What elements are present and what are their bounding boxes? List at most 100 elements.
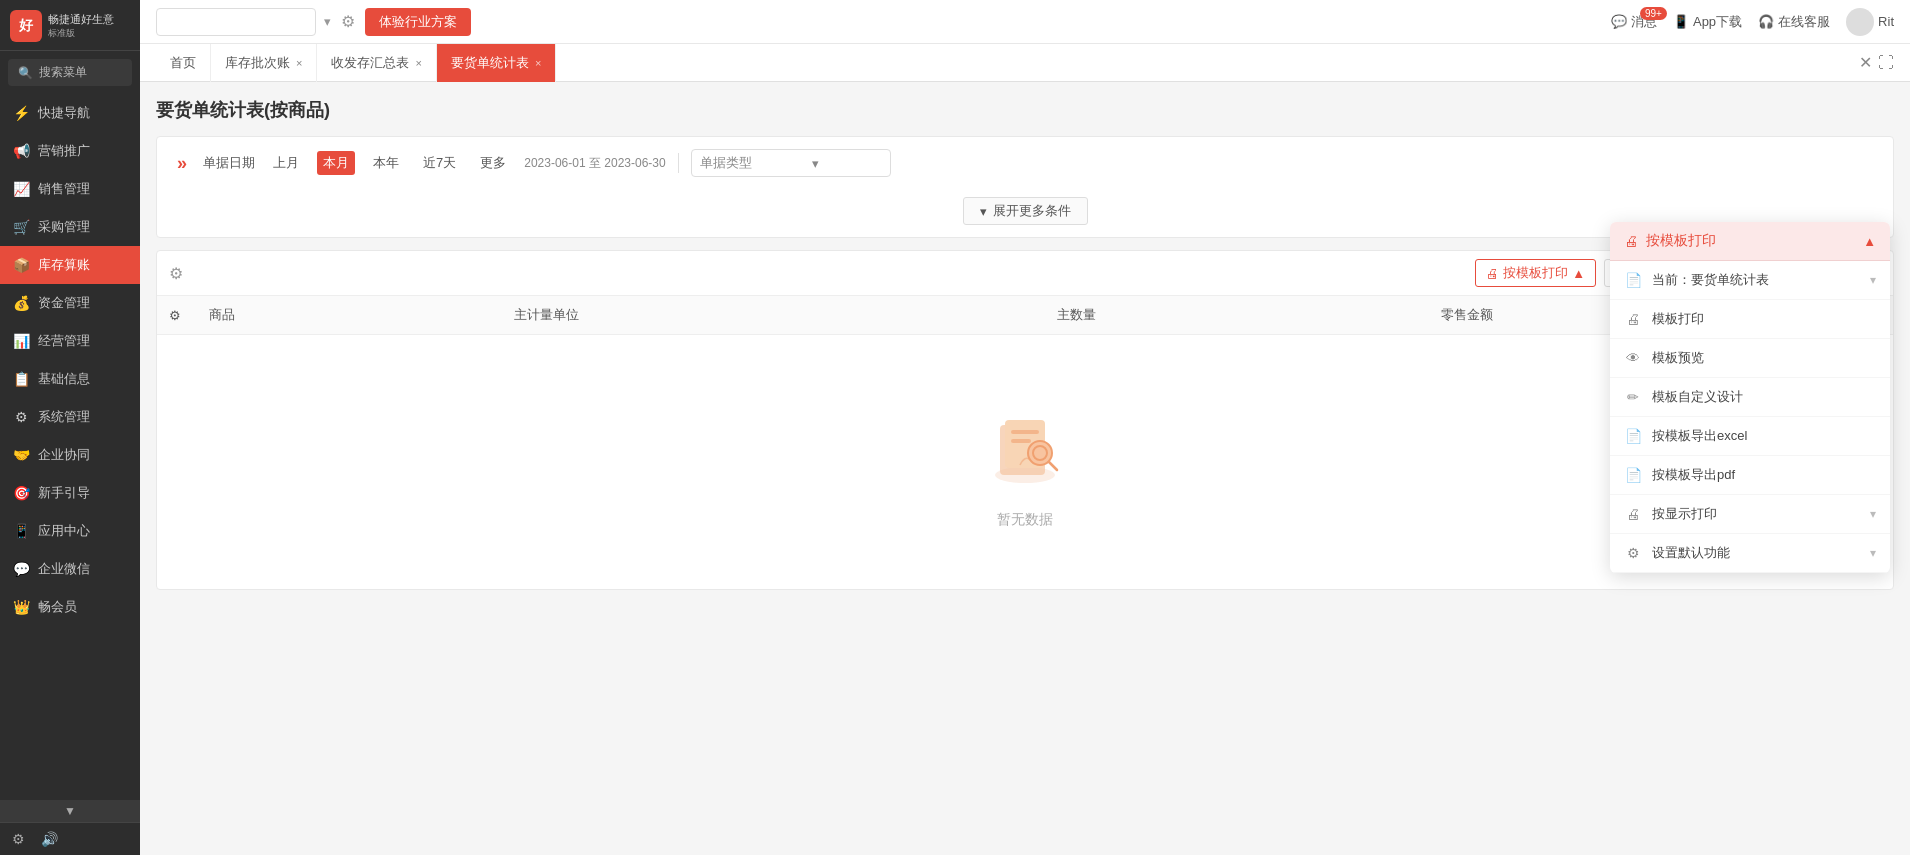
date-btn-this-year[interactable]: 本年 — [367, 151, 405, 175]
sidebar-item-basic-info[interactable]: 📋 基础信息 — [0, 360, 140, 398]
dropdown-header-label: 按模板打印 — [1646, 232, 1716, 250]
system-icon: ⚙ — [12, 409, 30, 425]
col-product: 商品 — [197, 296, 502, 335]
dropdown-template-print[interactable]: 🖨 模板打印 — [1610, 300, 1890, 339]
dropdown-display-print[interactable]: 🖨 按显示打印 ▾ — [1610, 495, 1890, 534]
doc-type-chevron-icon: ▾ — [812, 156, 819, 171]
sidebar-item-label: 系统管理 — [38, 408, 90, 426]
date-btn-7days[interactable]: 近7天 — [417, 151, 462, 175]
sidebar-scroll-down-button[interactable]: ▼ — [0, 800, 140, 822]
dropdown-template-preview[interactable]: 👁 模板预览 — [1610, 339, 1890, 378]
dropdown-chevron-icon[interactable]: ▲ — [1863, 234, 1876, 249]
settings-footer-icon[interactable]: ⚙ — [12, 831, 25, 847]
sidebar-item-purchase[interactable]: 🛒 采购管理 — [0, 208, 140, 246]
topbar-left: ▾ ⚙ 体验行业方案 — [156, 8, 471, 36]
message-item[interactable]: 💬 消息 99+ — [1611, 13, 1657, 31]
user-avatar-item[interactable]: Rit — [1846, 8, 1894, 36]
tab-resize-btn[interactable]: ⛶ — [1878, 54, 1894, 72]
table-gear-btn[interactable]: ⚙ — [169, 264, 183, 283]
expand-more-btn[interactable]: ▾ 展开更多条件 — [963, 197, 1088, 225]
filter-row-1: » 单据日期 上月 本月 本年 近7天 更多 2023-06-01 至 2023… — [173, 149, 1877, 177]
marketing-icon: 📢 — [12, 143, 30, 159]
page-content: 要货单统计表(按商品) » 单据日期 上月 本月 本年 近7天 更多 2023-… — [140, 82, 1910, 855]
col-unit: 主计量单位 — [502, 296, 1045, 335]
col-settings[interactable]: ⚙ — [157, 296, 197, 335]
tab-home-label: 首页 — [170, 54, 196, 72]
dropdown-default-func[interactable]: ⚙ 设置默认功能 ▾ — [1610, 534, 1890, 573]
topbar-right: 💬 消息 99+ 📱 App下载 🎧 在线客服 Rit — [1611, 8, 1894, 36]
date-filter-label: 单据日期 — [203, 154, 255, 172]
template-design-icon: ✏ — [1624, 389, 1642, 405]
tab-receivable-summary[interactable]: 收发存汇总表 × — [317, 44, 436, 82]
dropdown-header-left: 🖨 按模板打印 — [1624, 232, 1716, 250]
sound-footer-icon[interactable]: 🔊 — [41, 831, 58, 847]
search-menu-button[interactable]: 🔍 搜索菜单 — [8, 59, 132, 86]
doc-type-select[interactable]: 单据类型 ▾ — [691, 149, 891, 177]
tab-receivable-summary-close[interactable]: × — [415, 57, 421, 69]
tab-inventory-batch[interactable]: 库存批次账 × — [211, 44, 317, 82]
sidebar-item-label: 企业协同 — [38, 446, 90, 464]
search-icon: 🔍 — [18, 66, 33, 80]
tab-close-btn[interactable]: ✕ — [1859, 53, 1872, 72]
filter-toggle-btn[interactable]: » — [173, 153, 191, 174]
sidebar-item-marketing[interactable]: 📢 营销推广 — [0, 132, 140, 170]
sidebar-item-inventory[interactable]: 📦 库存算账 — [0, 246, 140, 284]
dropdown-default-func-label: 设置默认功能 — [1652, 544, 1730, 562]
tab-home[interactable]: 首页 — [156, 44, 211, 82]
app-download-item[interactable]: 📱 App下载 — [1673, 13, 1742, 31]
online-service-item[interactable]: 🎧 在线客服 — [1758, 13, 1830, 31]
app-download-icon: 📱 — [1673, 14, 1689, 29]
trial-btn[interactable]: 体验行业方案 — [365, 8, 471, 36]
sidebar-item-wechat[interactable]: 💬 企业微信 — [0, 550, 140, 588]
sidebar-item-label: 采购管理 — [38, 218, 90, 236]
svg-rect-4 — [1011, 439, 1031, 443]
cooperation-icon: 🤝 — [12, 447, 30, 463]
date-btn-this-month[interactable]: 本月 — [317, 151, 355, 175]
topbar-gear-icon[interactable]: ⚙ — [341, 12, 355, 31]
dropdown-template-excel[interactable]: 📄 按模板导出excel — [1610, 417, 1890, 456]
printer-icon: 🖨 — [1486, 266, 1499, 281]
headset-icon: 🎧 — [1758, 14, 1774, 29]
sidebar-item-label: 资金管理 — [38, 294, 90, 312]
template-pdf-icon: 📄 — [1624, 467, 1642, 483]
sidebar-item-sales[interactable]: 📈 销售管理 — [0, 170, 140, 208]
sidebar-item-system[interactable]: ⚙ 系统管理 — [0, 398, 140, 436]
default-func-arrow-icon: ▾ — [1870, 546, 1876, 560]
sidebar-item-quick-nav[interactable]: ⚡ 快捷导航 — [0, 94, 140, 132]
dropdown-header: 🖨 按模板打印 ▲ — [1610, 222, 1890, 261]
member-icon: 👑 — [12, 599, 30, 615]
app-version: 标准版 — [48, 27, 114, 40]
logo-icon: 好 — [10, 10, 42, 42]
tab-order-stats[interactable]: 要货单统计表 × — [437, 44, 556, 82]
tab-order-stats-label: 要货单统计表 — [451, 54, 529, 72]
sidebar-item-guide[interactable]: 🎯 新手引导 — [0, 474, 140, 512]
sidebar-item-finance[interactable]: 💰 资金管理 — [0, 284, 140, 322]
dropdown-current-item[interactable]: 📄 当前：要货单统计表 ▾ — [1610, 261, 1890, 300]
sidebar-item-label: 基础信息 — [38, 370, 90, 388]
guide-icon: 🎯 — [12, 485, 30, 501]
svg-rect-3 — [1011, 430, 1039, 434]
sidebar-item-operations[interactable]: 📊 经营管理 — [0, 322, 140, 360]
date-btn-more[interactable]: 更多 — [474, 151, 512, 175]
dropdown-template-pdf[interactable]: 📄 按模板导出pdf — [1610, 456, 1890, 495]
topbar-search-input[interactable] — [156, 8, 316, 36]
print-btn[interactable]: 🖨 按模板打印 ▲ — [1475, 259, 1596, 287]
date-btn-last-month[interactable]: 上月 — [267, 151, 305, 175]
sidebar-item-member[interactable]: 👑 畅会员 — [0, 588, 140, 626]
sidebar-item-app-center[interactable]: 📱 应用中心 — [0, 512, 140, 550]
sidebar-item-label: 应用中心 — [38, 522, 90, 540]
sidebar-item-label: 销售管理 — [38, 180, 90, 198]
tabs-controls: ✕ ⛶ — [1859, 53, 1894, 72]
topbar-search-area: ▾ — [156, 8, 331, 36]
doc-type-label: 单据类型 — [700, 154, 752, 172]
svg-line-7 — [1049, 462, 1057, 470]
dropdown-template-design[interactable]: ✏ 模板自定义设计 — [1610, 378, 1890, 417]
sidebar: 好 畅捷通好生意 标准版 🔍 搜索菜单 ⚡ 快捷导航 📢 营销推广 📈 销售管理… — [0, 0, 140, 855]
dropdown-template-excel-label: 按模板导出excel — [1652, 427, 1747, 445]
tab-order-stats-close[interactable]: × — [535, 57, 541, 69]
tab-inventory-batch-close[interactable]: × — [296, 57, 302, 69]
topbar-chevron-icon[interactable]: ▾ — [324, 14, 331, 29]
sidebar-item-cooperation[interactable]: 🤝 企业协同 — [0, 436, 140, 474]
dropdown-template-pdf-label: 按模板导出pdf — [1652, 466, 1735, 484]
empty-icon — [975, 395, 1075, 495]
